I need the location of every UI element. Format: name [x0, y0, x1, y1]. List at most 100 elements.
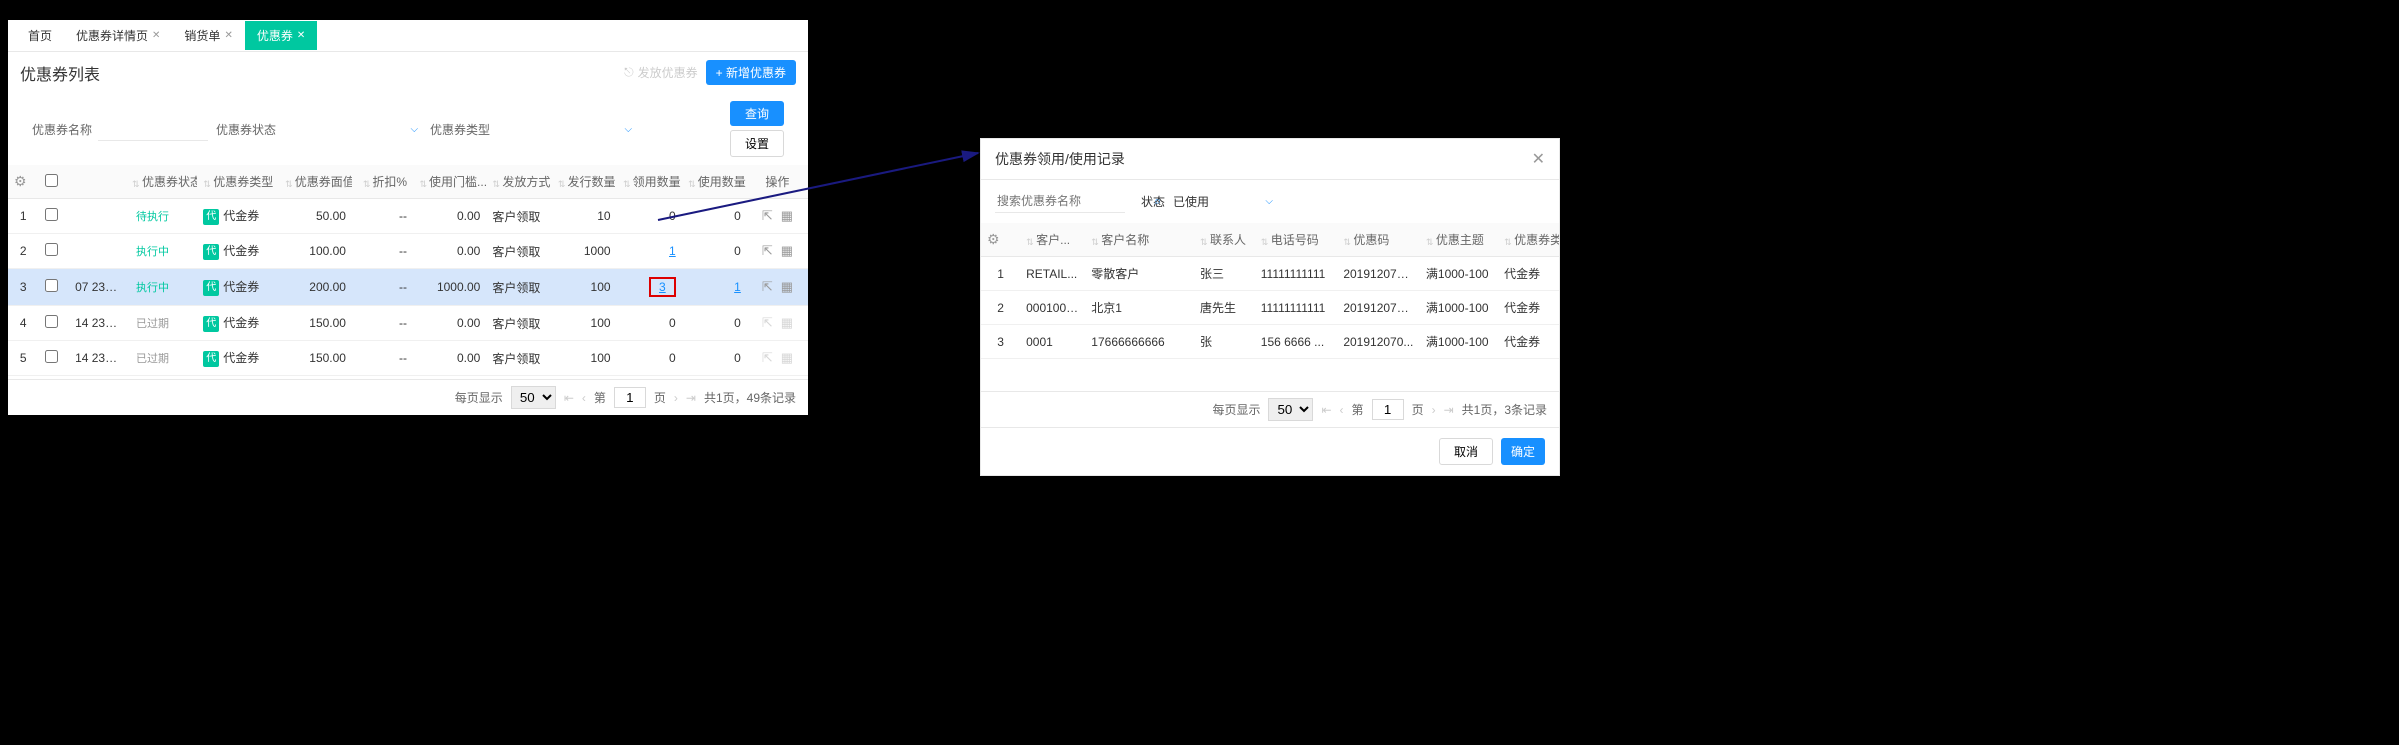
settings-button[interactable]: 设置: [730, 130, 784, 157]
row-checkbox[interactable]: [45, 279, 58, 292]
modal-status-select[interactable]: 已使用⌵: [1173, 193, 1273, 210]
qr-icon[interactable]: ▦: [781, 279, 793, 295]
voucher-badge-icon: 代: [203, 209, 219, 225]
cell-type: 代代金券: [197, 199, 278, 234]
close-icon[interactable]: ✕: [297, 30, 305, 41]
first-page-button[interactable]: ⇤: [564, 391, 574, 405]
voucher-badge-icon: 代: [203, 351, 219, 367]
table-row[interactable]: 307 23:59执行中代代金券200.00--1000.00客户领取10031…: [8, 269, 808, 306]
cell-type: 代代金券: [197, 234, 278, 269]
use-count-link[interactable]: 1: [734, 280, 741, 294]
col-status[interactable]: 优惠券状态: [126, 165, 197, 199]
modal-table-wrap[interactable]: ⚙ 客户... 客户名称 联系人 电话号码 优惠码 优惠主题 优惠券类 1RET…: [981, 223, 1559, 391]
mcol-ccode[interactable]: 优惠码: [1337, 223, 1420, 257]
col-issue[interactable]: 发行数量: [551, 165, 616, 199]
m-last-page[interactable]: ⇥: [1444, 403, 1454, 417]
distribute-coupon-button[interactable]: ⎋ 发放优惠券: [624, 64, 698, 81]
table-row[interactable]: 200010001北京1唐先生111111111112019120700...满…: [981, 291, 1559, 325]
col-threshold[interactable]: 使用门槛...: [413, 165, 486, 199]
close-icon[interactable]: ✕: [1532, 149, 1545, 169]
mcol-subject[interactable]: 优惠主题: [1420, 223, 1498, 257]
share-icon[interactable]: ⇱: [762, 315, 773, 331]
share-icon[interactable]: ⇱: [762, 350, 773, 366]
m-per-page-select[interactable]: 50: [1268, 398, 1313, 421]
cell-contact: 唐先生: [1194, 291, 1255, 325]
row-index: 1: [8, 199, 39, 234]
row-checkbox[interactable]: [45, 315, 58, 328]
mcol-name[interactable]: 客户名称: [1085, 223, 1194, 257]
mcol-contact[interactable]: 联系人: [1194, 223, 1255, 257]
query-button[interactable]: 查询: [730, 101, 784, 126]
m-page-input[interactable]: [1372, 399, 1404, 420]
col-face[interactable]: 优惠券面值: [279, 165, 352, 199]
table-row[interactable]: 3000117666666666张156 6666 ...201912070..…: [981, 325, 1559, 359]
col-time[interactable]: [69, 165, 126, 199]
add-coupon-button[interactable]: + 新增优惠券: [706, 60, 796, 85]
share-icon[interactable]: ⇱: [762, 208, 773, 224]
col-checkbox[interactable]: [39, 165, 70, 199]
mcol-phone[interactable]: 电话号码: [1255, 223, 1338, 257]
table-row[interactable]: 1待执行代代金券50.00--0.00客户领取1000⇱▦: [8, 199, 808, 234]
qr-icon[interactable]: ▦: [781, 350, 793, 366]
modal-search-input[interactable]: [995, 190, 1154, 212]
table-row[interactable]: 1RETAIL...零散客户张三111111111112019120700...…: [981, 257, 1559, 291]
next-page-button[interactable]: ›: [674, 391, 678, 405]
page-input[interactable]: [614, 387, 646, 408]
tab-1[interactable]: 优惠券详情页✕: [64, 21, 172, 50]
filter-type: 优惠券类型 ⌵: [430, 120, 636, 139]
per-page-select[interactable]: 50: [511, 386, 556, 409]
filter-type-label: 优惠券类型: [430, 121, 490, 138]
qr-icon[interactable]: ▦: [781, 315, 793, 331]
m-first-page[interactable]: ⇤: [1321, 403, 1331, 417]
table-row[interactable]: 2执行中代代金券100.00--0.00客户领取100010⇱▦: [8, 234, 808, 269]
table-row[interactable]: 414 23:59已过期代代金券150.00--0.00客户领取10000⇱▦: [8, 306, 808, 341]
close-icon[interactable]: ✕: [224, 30, 232, 41]
share-icon[interactable]: ⇱: [762, 243, 773, 259]
ok-button[interactable]: 确定: [1501, 438, 1545, 465]
col-use[interactable]: 使用数量: [682, 165, 747, 199]
col-gear[interactable]: ⚙: [8, 165, 39, 199]
tab-bar: 首页优惠券详情页✕销货单✕优惠券✕: [8, 20, 808, 52]
cell-cust-name: 17666666666: [1085, 325, 1194, 359]
qr-icon[interactable]: ▦: [781, 208, 793, 224]
share-icon[interactable]: ⇱: [762, 279, 773, 295]
usage-modal: 优惠券领用/使用记录 ✕ ⌕ 状态 已使用⌵ ⚙ 客户... 客户名称 联系人 …: [980, 138, 1560, 476]
tab-0[interactable]: 首页: [16, 21, 64, 50]
claim-count-link[interactable]: 3: [659, 280, 666, 294]
mcol-code[interactable]: 客户...: [1020, 223, 1085, 257]
row-checkbox[interactable]: [45, 208, 58, 221]
m-next-page[interactable]: ›: [1432, 403, 1436, 417]
cell-cust-code: 00010001: [1020, 291, 1085, 325]
select-all-checkbox[interactable]: [45, 174, 58, 187]
filter-name-input[interactable]: [98, 118, 208, 141]
mcol-type[interactable]: 优惠券类: [1498, 223, 1559, 257]
qr-icon[interactable]: ▦: [781, 243, 793, 259]
row-checkbox[interactable]: [45, 350, 58, 363]
cell-threshold: 0.00: [413, 341, 486, 376]
last-page-button[interactable]: ⇥: [686, 391, 696, 405]
prev-page-button[interactable]: ‹: [582, 391, 586, 405]
coupon-table-wrap[interactable]: ⚙ 优惠券状态 优惠券类型 优惠券面值 折扣% 使用门槛... 发放方式 发行数…: [8, 165, 808, 379]
tab-3[interactable]: 优惠券✕: [245, 21, 317, 50]
claim-count-link[interactable]: 1: [669, 244, 676, 258]
row-checkbox[interactable]: [45, 243, 58, 256]
cell-claim: 0: [617, 306, 682, 341]
filter-type-select[interactable]: ⌵: [496, 120, 636, 139]
m-prev-page[interactable]: ‹: [1340, 403, 1344, 417]
close-icon[interactable]: ✕: [152, 30, 160, 41]
cell-face: 50.00: [279, 199, 352, 234]
cell-cust-name: 北京1: [1085, 291, 1194, 325]
cell-status: 待执行: [126, 199, 197, 234]
table-row[interactable]: 514 23:59已过期代代金券150.00--0.00客户领取10000⇱▦: [8, 341, 808, 376]
modal-pagination: 每页显示 50 ⇤ ‹ 第 页 › ⇥ 共1页，3条记录: [981, 391, 1559, 427]
filter-status-select[interactable]: ⌵: [282, 120, 422, 139]
cell-time: [69, 199, 126, 234]
col-discount[interactable]: 折扣%: [352, 165, 413, 199]
cancel-button[interactable]: 取消: [1439, 438, 1493, 465]
cell-cust-code: RETAIL...: [1020, 257, 1085, 291]
col-claim[interactable]: 领用数量: [617, 165, 682, 199]
mcol-gear[interactable]: ⚙: [981, 223, 1020, 257]
tab-2[interactable]: 销货单✕: [172, 21, 244, 50]
col-distribute[interactable]: 发放方式: [486, 165, 551, 199]
col-type[interactable]: 优惠券类型: [197, 165, 278, 199]
